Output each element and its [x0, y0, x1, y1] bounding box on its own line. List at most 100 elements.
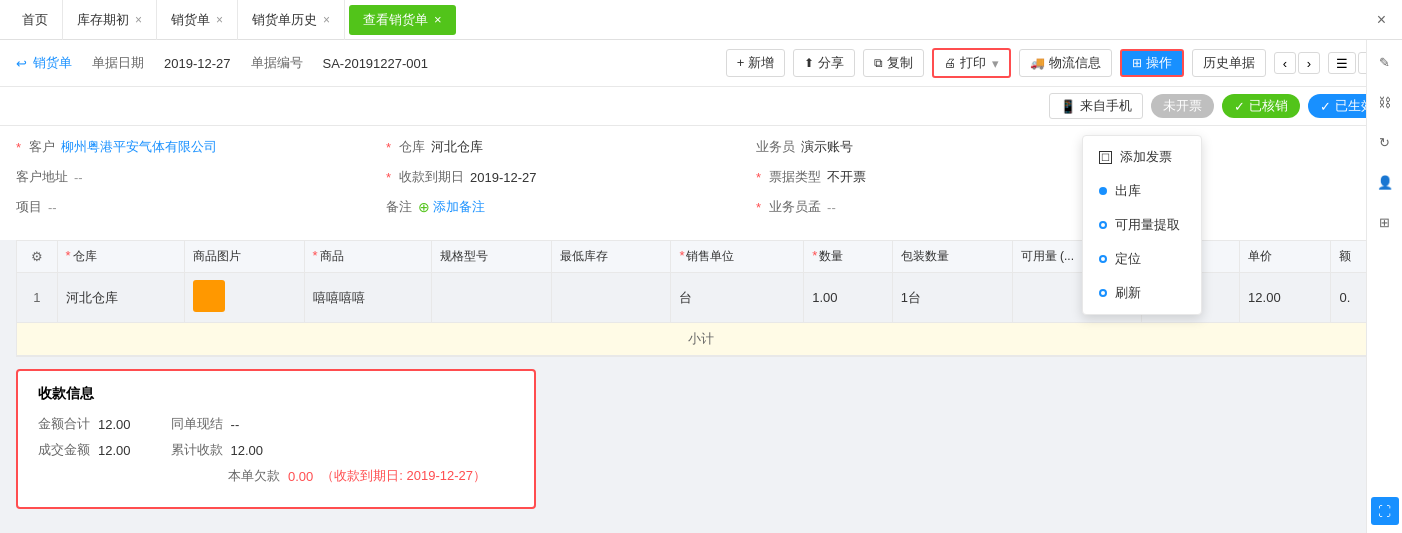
next-arrow[interactable]: › [1298, 52, 1320, 74]
tab-sales-history-close[interactable]: × [323, 13, 330, 27]
salesperson-field: * 业务员孟 -- [756, 198, 1036, 216]
document-title-section: ↩ 销货单 [16, 54, 72, 72]
share-button[interactable]: ⬆ 分享 [793, 49, 855, 77]
window-close-button[interactable]: × [1369, 11, 1394, 29]
locate-item[interactable]: 定位 [1083, 242, 1201, 276]
same-order-settle-value: -- [231, 417, 240, 432]
number-label: 单据编号 [251, 54, 303, 72]
customer-label: 客户 [29, 138, 55, 156]
date-label: 单据日期 [92, 54, 144, 72]
payment-date-required-mark: * [386, 170, 391, 185]
staff-label: 业务员 [756, 138, 795, 156]
sidebar-link-icon[interactable]: ⛓ [1371, 88, 1399, 116]
salesperson-label: 业务员孟 [769, 198, 821, 216]
operations-button-label: 操作 [1146, 54, 1172, 72]
staff-field: 业务员 演示账号 [756, 138, 1036, 156]
payment-info-box: 收款信息 金额合计 12.00 同单现结 -- 成交金额 12.00 累计收款 … [16, 369, 536, 509]
verified-label: 已核销 [1249, 97, 1288, 115]
tab-sales-order-close[interactable]: × [216, 13, 223, 27]
document-header: ↩ 销货单 单据日期 2019-12-27 单据编号 SA-20191227-0… [0, 40, 1402, 87]
col-warehouse: *仓库 [57, 241, 184, 273]
available-qty-item[interactable]: 可用量提取 [1083, 208, 1201, 242]
outstanding-extra: （收款到期日: 2019-12-27） [321, 467, 486, 485]
history-button[interactable]: 历史单据 [1192, 49, 1266, 77]
print-button[interactable]: 🖨 打印 ▾ [932, 48, 1011, 78]
print-dropdown-arrow[interactable]: ▾ [992, 56, 999, 71]
same-order-settle-item: 同单现结 -- [171, 415, 240, 433]
cell-product: 嘻嘻嘻嘻 [304, 273, 431, 323]
locate-icon [1099, 255, 1107, 263]
total-amount-value: 12.00 [98, 417, 131, 432]
product-image [193, 280, 225, 312]
add-note-button[interactable]: ⊕ 添加备注 [418, 198, 485, 216]
warehouse-field: * 仓库 河北仓库 [386, 138, 736, 156]
salesperson-value: -- [827, 200, 836, 215]
sidebar-expand-icon[interactable]: ⛶ [1371, 497, 1399, 525]
total-received-item: 累计收款 12.00 [171, 441, 264, 459]
sidebar-reload-icon[interactable]: ↻ [1371, 128, 1399, 156]
col-sales-unit: *销售单位 [671, 241, 804, 273]
payment-date-field: * 收款到期日 2019-12-27 [386, 168, 736, 186]
new-button[interactable]: + 新增 [726, 49, 785, 77]
logistics-button[interactable]: 🚚 物流信息 [1019, 49, 1112, 77]
tab-home[interactable]: 首页 [8, 0, 63, 40]
date-value: 2019-12-27 [164, 56, 231, 71]
tab-sales-history[interactable]: 销货单历史 × [238, 0, 345, 40]
outstanding-label: 本单欠款 [228, 467, 280, 485]
doc-type-icon: ↩ [16, 56, 27, 71]
tab-check-sales[interactable]: 查看销货单 × [349, 5, 456, 35]
sub-action-bar: 📱 来自手机 未开票 ✓ 已核销 ✓ 已生效 [0, 87, 1402, 126]
tab-sales-order[interactable]: 销货单 × [157, 0, 238, 40]
tab-inventory-init[interactable]: 库存期初 × [63, 0, 157, 40]
tab-inventory-init-close[interactable]: × [135, 13, 142, 27]
note-field: 备注 ⊕ 添加备注 [386, 198, 736, 216]
ticket-required-mark: * [756, 170, 761, 185]
project-field: 项目 -- [16, 198, 366, 216]
available-qty-label: 可用量提取 [1115, 216, 1180, 234]
from-phone-button[interactable]: 📱 来自手机 [1049, 93, 1143, 119]
refresh-item[interactable]: 刷新 [1083, 276, 1201, 310]
document-actions: + 新增 ⬆ 分享 ⧉ 复制 🖨 打印 ▾ 🚚 物流信息 ⊞ 操作 [726, 48, 1386, 78]
prev-arrow[interactable]: ‹ [1274, 52, 1296, 74]
settings-icon[interactable]: ⚙ [31, 249, 43, 264]
locate-label: 定位 [1115, 250, 1141, 268]
salesperson-required-mark: * [756, 200, 761, 215]
verified-button[interactable]: ✓ 已核销 [1222, 94, 1300, 118]
copy-button[interactable]: ⧉ 复制 [863, 49, 924, 77]
customer-required-mark: * [16, 140, 21, 155]
operations-button[interactable]: ⊞ 操作 [1120, 49, 1184, 77]
cell-warehouse: 河北仓库 [57, 273, 184, 323]
sidebar-edit-icon[interactable]: ✎ [1371, 48, 1399, 76]
add-invoice-item[interactable]: ☐ 添加发票 [1083, 140, 1201, 174]
address-value: -- [74, 170, 83, 185]
col-settings[interactable]: ⚙ [17, 241, 57, 273]
operations-dropdown: ☐ 添加发票 出库 可用量提取 定位 刷新 [1082, 135, 1202, 315]
staff-value: 演示账号 [801, 138, 853, 156]
share-button-label: 分享 [818, 54, 844, 72]
tab-check-sales-close[interactable]: × [434, 12, 442, 27]
list-view-icon[interactable]: ☰ [1328, 52, 1356, 74]
cell-min-stock [551, 273, 671, 323]
outbound-icon [1099, 187, 1107, 195]
total-amount-item: 金额合计 12.00 [38, 415, 131, 433]
add-invoice-label: 添加发票 [1120, 148, 1172, 166]
tab-home-label: 首页 [22, 11, 48, 29]
payment-row-1: 金额合计 12.00 同单现结 -- [38, 415, 514, 433]
address-label: 客户地址 [16, 168, 68, 186]
total-amount-label: 金额合计 [38, 415, 90, 433]
tab-check-sales-label: 查看销货单 [363, 11, 428, 29]
sidebar-user-icon[interactable]: 👤 [1371, 168, 1399, 196]
refresh-label: 刷新 [1115, 284, 1141, 302]
cell-sales-unit: 台 [671, 273, 804, 323]
not-open-ticket-button[interactable]: 未开票 [1151, 94, 1214, 118]
total-received-label: 累计收款 [171, 441, 223, 459]
outbound-item[interactable]: 出库 [1083, 174, 1201, 208]
customer-value[interactable]: 柳州粤港平安气体有限公司 [61, 138, 217, 156]
subtotal-row: 小计 [17, 323, 1385, 356]
col-product: *商品 [304, 241, 431, 273]
payment-row-3: 本单欠款 0.00 （收款到期日: 2019-12-27） [38, 467, 514, 485]
phone-icon: 📱 [1060, 99, 1076, 114]
print-icon: 🖨 [944, 56, 956, 70]
sidebar-grid-icon[interactable]: ⊞ [1371, 208, 1399, 236]
copy-icon: ⧉ [874, 56, 883, 70]
